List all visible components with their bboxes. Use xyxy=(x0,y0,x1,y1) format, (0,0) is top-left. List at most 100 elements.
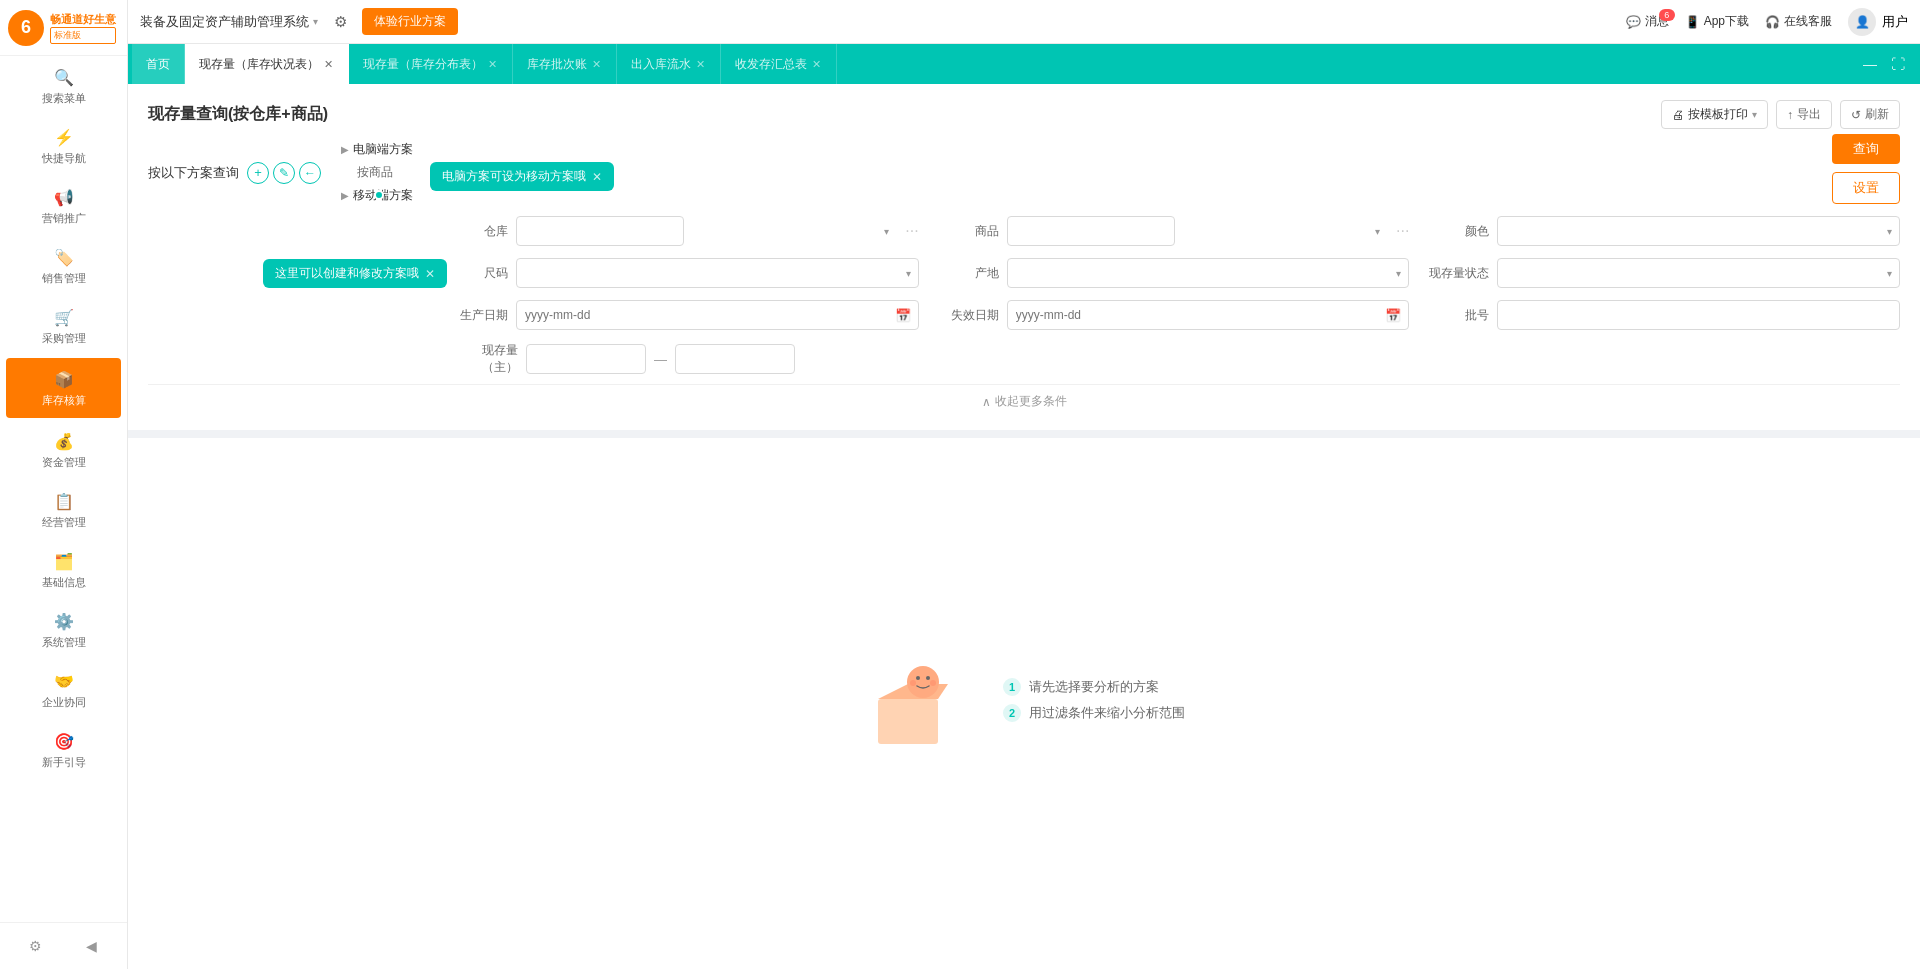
sidebar-item-inventory[interactable]: 📦 库存核算 xyxy=(6,358,121,418)
tab-close-inventory-dist[interactable]: ✕ xyxy=(487,57,498,72)
tab-inventory-dist[interactable]: 现存量（库存分布表） ✕ xyxy=(349,44,513,84)
sidebar-label-guide: 新手引导 xyxy=(42,755,86,770)
system-name-label: 装备及固定资产辅助管理系统 xyxy=(140,13,309,31)
stock-status-select[interactable] xyxy=(1497,258,1900,288)
size-select-wrap[interactable] xyxy=(516,258,919,288)
guide-icon: 🎯 xyxy=(53,730,75,752)
home-tab-label: 首页 xyxy=(146,56,170,73)
scheme-arrow-desktop: ▶ xyxy=(341,144,349,155)
tab-home[interactable]: 首页 xyxy=(132,44,185,84)
app-download-btn[interactable]: 📱 App下载 xyxy=(1685,13,1749,30)
tab-close-inventory-status[interactable]: ✕ xyxy=(323,57,334,72)
experience-btn[interactable]: 体验行业方案 xyxy=(362,8,458,35)
sidebar-item-quicknav[interactable]: ⚡ 快捷导航 xyxy=(0,116,127,176)
logo-icon: 6 xyxy=(8,10,44,46)
scheme-sub-item[interactable]: 按商品 xyxy=(357,164,413,181)
sidebar-item-marketing[interactable]: 📢 营销推广 xyxy=(0,176,127,236)
sidebar-item-enterprise[interactable]: 🤝 企业协同 xyxy=(0,660,127,720)
sidebar-item-search[interactable]: 🔍 搜索菜单 xyxy=(0,56,127,116)
tooltip1-text: 电脑方案可设为移动方案哦 xyxy=(442,168,586,185)
app-download-label: App下载 xyxy=(1704,13,1749,30)
goods-input[interactable] xyxy=(1007,216,1175,246)
color-select-wrap[interactable] xyxy=(1497,216,1900,246)
page-content: 现存量查询(按仓库+商品) 🖨 按模板打印 ▾ ↑ 导出 ↺ 刷新 xyxy=(128,84,1920,969)
online-support-btn[interactable]: 🎧 在线客服 xyxy=(1765,13,1832,30)
sidebar-item-operations[interactable]: 📋 经营管理 xyxy=(0,480,127,540)
tab-collect-summary[interactable]: 收发存汇总表 ✕ xyxy=(721,44,837,84)
refresh-btn[interactable]: ↺ 刷新 xyxy=(1840,100,1900,129)
inventory-to-input[interactable] xyxy=(675,344,795,374)
back-scheme-btn[interactable]: ← xyxy=(299,162,321,184)
sidebar-item-purchase[interactable]: 🛒 采购管理 xyxy=(0,296,127,356)
expire-date-input[interactable] xyxy=(1007,300,1410,330)
color-label: 颜色 xyxy=(1429,223,1489,240)
header-right: 💬 消息 6 📱 App下载 🎧 在线客服 👤 用户 xyxy=(1626,8,1908,36)
scheme-desktop[interactable]: ▶ 电脑端方案 xyxy=(341,141,413,158)
tab-in-out-flow[interactable]: 出入库流水 ✕ xyxy=(617,44,721,84)
notification-btn[interactable]: 💬 消息 6 xyxy=(1626,13,1669,30)
color-select[interactable] xyxy=(1497,216,1900,246)
settings-footer-btn[interactable]: ⚙ xyxy=(21,931,51,961)
enterprise-icon: 🤝 xyxy=(53,670,75,692)
tab-batch-ledger[interactable]: 库存批次账 ✕ xyxy=(513,44,617,84)
produce-date-input[interactable] xyxy=(516,300,919,330)
empty-step1: 1 请先选择要分析的方案 xyxy=(1003,678,1185,696)
edit-scheme-btn[interactable]: ✎ xyxy=(273,162,295,184)
origin-select-wrap[interactable] xyxy=(1007,258,1410,288)
message-icon: 💬 xyxy=(1626,15,1641,29)
collapse-chevron-icon: ∧ xyxy=(982,395,991,409)
collapse-sidebar-btn[interactable]: ◀ xyxy=(76,931,106,961)
search-btn[interactable]: 查询 xyxy=(1832,134,1900,164)
sidebar-nav: 🔍 搜索菜单 ⚡ 快捷导航 📢 营销推广 🏷️ 销售管理 🛒 采购管理 📦 库存… xyxy=(0,56,127,922)
sidebar-item-sales[interactable]: 🏷️ 销售管理 xyxy=(0,236,127,296)
system-icon: ⚙️ xyxy=(53,610,75,632)
sidebar-item-guide[interactable]: 🎯 新手引导 xyxy=(0,720,127,780)
empty-state: 1 请先选择要分析的方案 2 用过滤条件来缩小分析范围 xyxy=(128,438,1920,969)
warehouse-input[interactable] xyxy=(516,216,684,246)
system-selector[interactable]: 装备及固定资产辅助管理系统 ▾ xyxy=(140,13,318,31)
origin-select[interactable] xyxy=(1007,258,1410,288)
warehouse-select-wrap xyxy=(516,216,897,246)
export-icon: ↑ xyxy=(1787,108,1793,122)
print-btn[interactable]: 🖨 按模板打印 ▾ xyxy=(1661,100,1768,129)
export-btn[interactable]: ↑ 导出 xyxy=(1776,100,1832,129)
tab-close-in-out-flow[interactable]: ✕ xyxy=(695,57,706,72)
step1-num: 1 xyxy=(1003,678,1021,696)
headset-icon: 🎧 xyxy=(1765,15,1780,29)
main-area: 装备及固定资产辅助管理系统 ▾ ⚙ 体验行业方案 💬 消息 6 📱 App下载 … xyxy=(128,0,1920,969)
warehouse-dots[interactable]: ··· xyxy=(905,222,918,240)
size-select[interactable] xyxy=(516,258,919,288)
tooltip1-close[interactable]: ✕ xyxy=(592,170,602,184)
marketing-icon: 📢 xyxy=(53,186,75,208)
print-arrow: ▾ xyxy=(1752,109,1757,120)
tooltip-scheme-mobile: 电脑方案可设为移动方案哦 ✕ xyxy=(430,162,614,191)
inventory-from-input[interactable] xyxy=(526,344,646,374)
empty-step2: 2 用过滤条件来缩小分析范围 xyxy=(1003,704,1185,722)
goods-dots[interactable]: ··· xyxy=(1396,222,1409,240)
tooltip2-close[interactable]: ✕ xyxy=(425,267,435,281)
user-area[interactable]: 👤 用户 xyxy=(1848,8,1908,36)
tab-minimize-btn[interactable]: — xyxy=(1856,50,1884,78)
produce-date-input-wrap: 📅 xyxy=(516,300,919,330)
sales-icon: 🏷️ xyxy=(53,246,75,268)
warehouse-filter: 仓库 ··· xyxy=(448,216,919,246)
export-label: 导出 xyxy=(1797,106,1821,123)
tab-close-batch-ledger[interactable]: ✕ xyxy=(591,57,602,72)
tab-inventory-status[interactable]: 现存量（库存状况表） ✕ xyxy=(185,44,349,84)
sidebar-item-finance[interactable]: 💰 资金管理 xyxy=(0,420,127,480)
sidebar-item-basic[interactable]: 🗂️ 基础信息 xyxy=(0,540,127,600)
logo-badge: 标准版 xyxy=(50,27,116,44)
collapse-filter-btn[interactable]: ∧ 收起更多条件 xyxy=(982,393,1067,410)
stock-status-select-wrap[interactable] xyxy=(1497,258,1900,288)
set-btn[interactable]: 设置 xyxy=(1832,172,1900,204)
tab-bar: 首页 现存量（库存状况表） ✕ 现存量（库存分布表） ✕ 库存批次账 ✕ 出入库… xyxy=(128,44,1920,84)
settings-gear-btn[interactable]: ⚙ xyxy=(326,8,354,36)
batch-input[interactable] xyxy=(1497,300,1900,330)
quicknav-icon: ⚡ xyxy=(53,126,75,148)
tab-close-collect-summary[interactable]: ✕ xyxy=(811,57,822,72)
goods-select-wrap xyxy=(1007,216,1388,246)
add-scheme-btn[interactable]: + xyxy=(247,162,269,184)
sidebar-item-system[interactable]: ⚙️ 系统管理 xyxy=(0,600,127,660)
step1-text: 请先选择要分析的方案 xyxy=(1029,678,1159,696)
tab-fullscreen-btn[interactable]: ⛶ xyxy=(1884,50,1912,78)
